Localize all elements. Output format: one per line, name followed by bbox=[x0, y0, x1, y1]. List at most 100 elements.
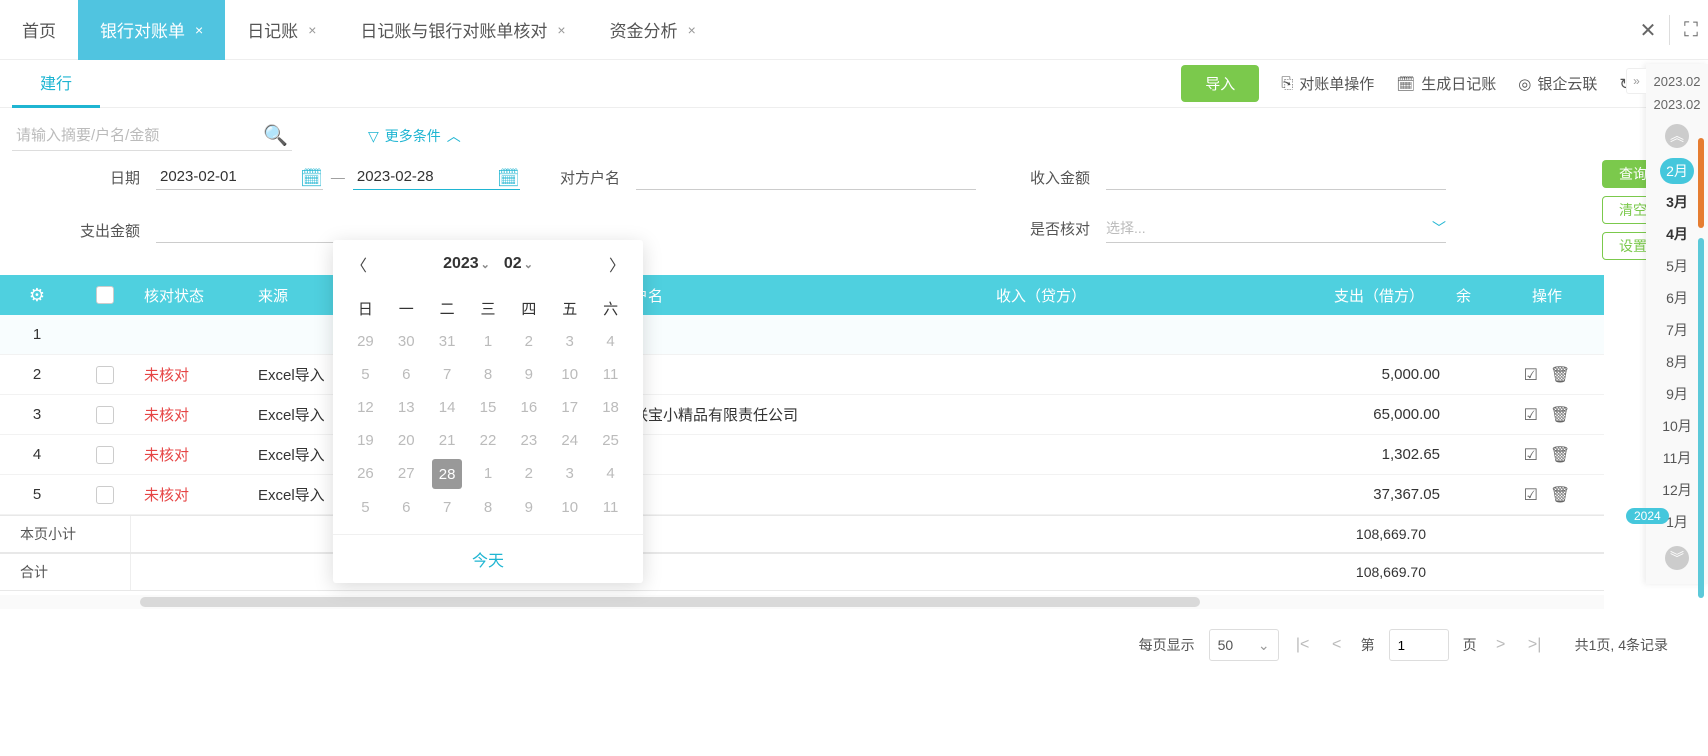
calendar-day[interactable]: 5 bbox=[345, 491, 386, 524]
calendar-day[interactable]: 19 bbox=[345, 424, 386, 457]
calendar-day[interactable]: 1 bbox=[468, 457, 509, 491]
calendar-icon[interactable]: 🗓 bbox=[497, 168, 520, 189]
col-expense[interactable]: 支出（借方） bbox=[1214, 275, 1448, 315]
calendar-day[interactable]: 15 bbox=[468, 391, 509, 424]
timeline-month[interactable]: 10月 bbox=[1662, 412, 1692, 440]
check-icon[interactable]: ☑ bbox=[1524, 445, 1538, 465]
sub-tab-bank[interactable]: 建行 bbox=[12, 60, 100, 108]
calendar-day[interactable]: 26 bbox=[345, 457, 386, 491]
table-row[interactable]: 3未核对Excel导入圳联宝小精品有限责任公司65,000.00☑🗑 bbox=[0, 395, 1604, 435]
tab-home[interactable]: 首页 bbox=[0, 0, 78, 60]
calendar-day[interactable]: 14 bbox=[427, 391, 468, 424]
calendar-day[interactable]: 4 bbox=[590, 325, 631, 358]
close-icon[interactable]: × bbox=[688, 22, 696, 38]
calendar-day[interactable]: 16 bbox=[508, 391, 549, 424]
bank-cloud-action[interactable]: ◎银企云联 bbox=[1518, 73, 1597, 94]
table-row[interactable]: 2未核对Excel导入5,000.00☑🗑 bbox=[0, 355, 1604, 395]
check-icon[interactable]: ☑ bbox=[1524, 365, 1538, 385]
col-status[interactable]: 核对状态 bbox=[136, 275, 250, 315]
per-page-select[interactable]: 50⌄ bbox=[1209, 629, 1279, 661]
prev-month-button[interactable]: 〈 bbox=[349, 252, 369, 276]
last-page-button[interactable]: >| bbox=[1525, 636, 1545, 654]
gen-journal-action[interactable]: 🗓生成日记账 bbox=[1396, 73, 1496, 94]
prev-page-button[interactable]: < bbox=[1327, 636, 1347, 654]
year-select[interactable]: 2023⌄ bbox=[443, 255, 490, 273]
row-checkbox[interactable] bbox=[96, 486, 114, 504]
check-icon[interactable]: ☑ bbox=[1524, 405, 1538, 425]
delete-icon[interactable]: 🗑 bbox=[1550, 405, 1570, 425]
calendar-day[interactable]: 29 bbox=[345, 325, 386, 358]
import-button[interactable]: 导入 bbox=[1181, 65, 1259, 102]
calendar-day[interactable]: 24 bbox=[549, 424, 590, 457]
window-fullscreen-button[interactable]: ⛶ bbox=[1674, 13, 1708, 47]
calendar-day[interactable]: 9 bbox=[508, 491, 549, 524]
calendar-icon[interactable]: 🗓 bbox=[300, 168, 323, 189]
table-row[interactable]: 1 bbox=[0, 315, 1604, 355]
calendar-day[interactable]: 1 bbox=[468, 325, 509, 358]
calendar-day[interactable]: 20 bbox=[386, 424, 427, 457]
calendar-day[interactable]: 12 bbox=[345, 391, 386, 424]
timeline-month[interactable]: 2月 bbox=[1660, 158, 1694, 184]
timeline-month[interactable]: 5月 bbox=[1666, 252, 1688, 280]
close-icon[interactable]: × bbox=[308, 22, 316, 38]
horizontal-scrollbar[interactable] bbox=[0, 595, 1604, 609]
delete-icon[interactable]: 🗑 bbox=[1550, 445, 1570, 465]
delete-icon[interactable]: 🗑 bbox=[1550, 485, 1570, 505]
calendar-day[interactable]: 22 bbox=[468, 424, 509, 457]
col-income[interactable]: 收入（贷方） bbox=[988, 275, 1214, 315]
calendar-day[interactable]: 6 bbox=[386, 358, 427, 391]
calendar-day[interactable]: 3 bbox=[549, 457, 590, 491]
calendar-day[interactable]: 31 bbox=[427, 325, 468, 358]
window-close-button[interactable]: ✕ bbox=[1631, 13, 1665, 47]
calendar-day[interactable]: 2 bbox=[508, 457, 549, 491]
table-row[interactable]: 4未核对Excel导入1,302.65☑🗑 bbox=[0, 435, 1604, 475]
calendar-day[interactable]: 11 bbox=[590, 358, 631, 391]
month-select[interactable]: 02⌄ bbox=[504, 255, 533, 273]
calendar-day[interactable]: 27 bbox=[386, 457, 427, 491]
calendar-day[interactable]: 18 bbox=[590, 391, 631, 424]
more-conditions-toggle[interactable]: ▽ 更多条件 ︿ bbox=[368, 126, 461, 146]
calendar-day[interactable]: 28 bbox=[432, 459, 462, 489]
close-icon[interactable]: × bbox=[557, 22, 565, 38]
calendar-day[interactable]: 5 bbox=[345, 358, 386, 391]
search-icon[interactable]: 🔍 bbox=[263, 123, 288, 148]
calendar-day[interactable]: 10 bbox=[549, 358, 590, 391]
timeline-month[interactable]: 9月 bbox=[1666, 380, 1688, 408]
calendar-day[interactable]: 21 bbox=[427, 424, 468, 457]
statement-action[interactable]: ⎘对账单操作 bbox=[1281, 73, 1374, 94]
calendar-day[interactable]: 2 bbox=[508, 325, 549, 358]
date-from-field[interactable]: 2023-02-01 🗓 bbox=[156, 164, 323, 190]
calendar-day[interactable]: 8 bbox=[468, 358, 509, 391]
row-checkbox[interactable] bbox=[96, 446, 114, 464]
timeline-month[interactable]: 7月 bbox=[1666, 316, 1688, 344]
page-input[interactable] bbox=[1389, 629, 1449, 661]
calendar-day[interactable]: 25 bbox=[590, 424, 631, 457]
calendar-day[interactable]: 4 bbox=[590, 457, 631, 491]
calendar-day[interactable]: 7 bbox=[427, 358, 468, 391]
gear-icon[interactable]: ⚙ bbox=[29, 285, 45, 306]
calendar-day[interactable]: 17 bbox=[549, 391, 590, 424]
calendar-day[interactable]: 23 bbox=[508, 424, 549, 457]
delete-icon[interactable]: 🗑 bbox=[1550, 365, 1570, 385]
next-page-button[interactable]: > bbox=[1491, 636, 1511, 654]
row-checkbox[interactable] bbox=[96, 366, 114, 384]
close-icon[interactable]: × bbox=[195, 22, 203, 38]
calendar-day[interactable]: 11 bbox=[590, 491, 631, 524]
timeline-month[interactable]: 12月 bbox=[1662, 476, 1692, 504]
date-to-field[interactable]: 2023-02-28 🗓 bbox=[353, 164, 520, 190]
checked-select[interactable]: 选择... ﹀ bbox=[1106, 214, 1446, 243]
calendar-day[interactable]: 8 bbox=[468, 491, 509, 524]
search-input[interactable] bbox=[12, 121, 292, 151]
today-button[interactable]: 今天 bbox=[333, 534, 643, 583]
timeline-month[interactable]: 8月 bbox=[1666, 348, 1688, 376]
timeline-month[interactable]: 11月 bbox=[1663, 444, 1692, 472]
tab-fund-analysis[interactable]: 资金分析× bbox=[588, 0, 718, 60]
timeline-month[interactable]: 6月 bbox=[1666, 284, 1688, 312]
calendar-day[interactable]: 13 bbox=[386, 391, 427, 424]
first-page-button[interactable]: |< bbox=[1293, 636, 1313, 654]
timeline-month[interactable]: 4月 bbox=[1666, 220, 1688, 248]
timeline-up-button[interactable]: ︽ bbox=[1665, 124, 1689, 148]
income-input[interactable] bbox=[1106, 164, 1446, 190]
next-month-button[interactable]: 〉 bbox=[607, 252, 627, 276]
timeline-month[interactable]: 3月 bbox=[1666, 188, 1688, 216]
